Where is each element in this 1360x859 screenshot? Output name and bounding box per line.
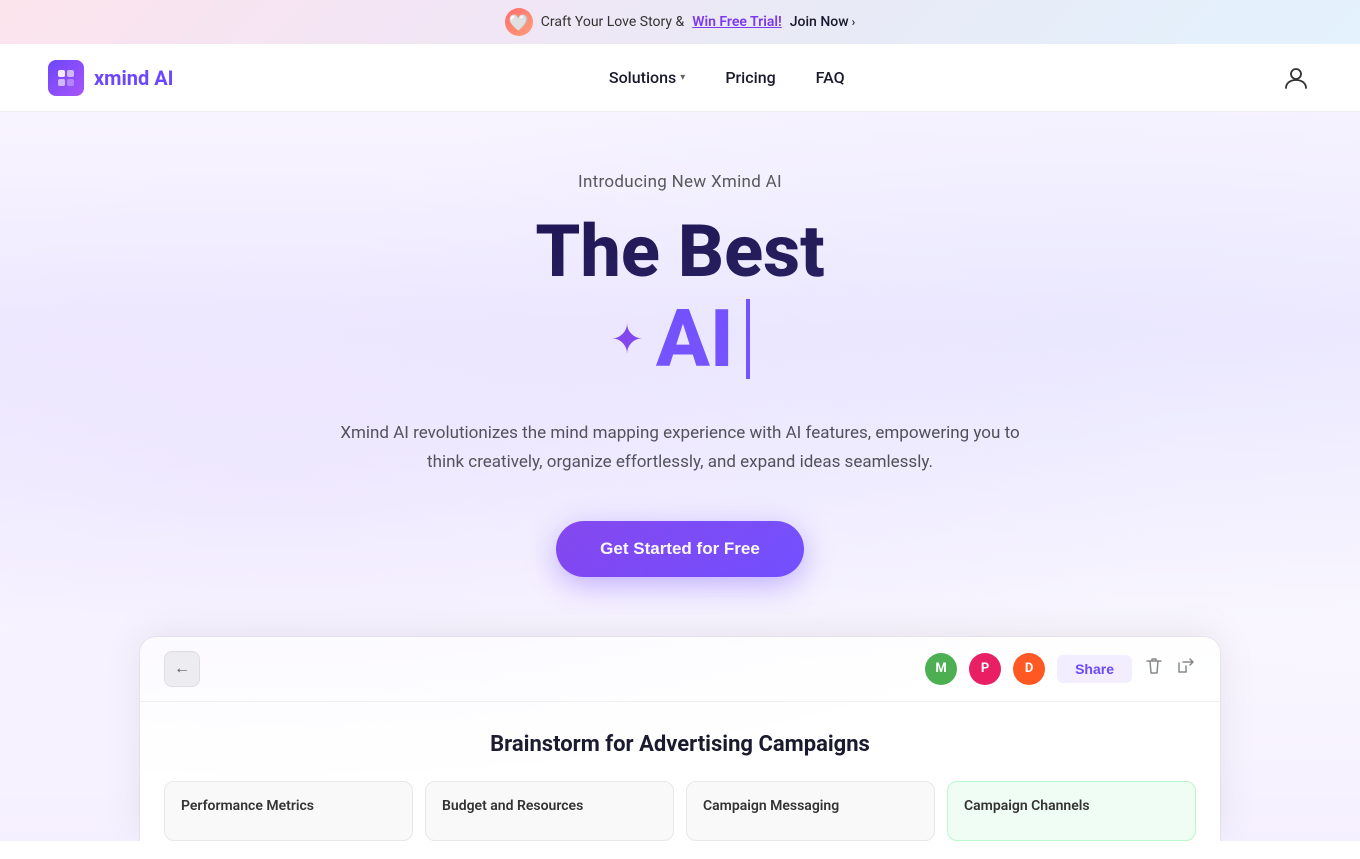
banner-highlight[interactable]: Win Free Trial! <box>692 14 782 30</box>
app-toolbar: ← M P D Share <box>140 637 1220 702</box>
navbar: xmind AI Solutions ▾ Pricing FAQ <box>0 44 1360 112</box>
trash-icon[interactable] <box>1144 656 1164 681</box>
nav-pricing[interactable]: Pricing <box>725 68 775 87</box>
app-cards-grid: Performance Metrics Budget and Resources… <box>164 781 1196 841</box>
hero-title-ai-row: ✦ AI <box>610 299 749 379</box>
banner-text: Craft Your Love Story & <box>541 14 684 30</box>
avatar-m: M <box>925 653 957 685</box>
card-campaign-messaging: Campaign Messaging <box>686 781 935 841</box>
nav-links: Solutions ▾ Pricing FAQ <box>609 68 845 87</box>
cursor-blink <box>746 299 750 379</box>
sparkle-icon: ✦ <box>610 316 644 363</box>
share-export-icon[interactable] <box>1176 656 1196 681</box>
user-account-icon[interactable] <box>1280 62 1312 94</box>
avatar-d: D <box>1013 653 1045 685</box>
nav-right <box>1280 62 1312 94</box>
banner-cta[interactable]: Join Now › <box>790 14 855 30</box>
app-toolbar-icons <box>1144 656 1196 681</box>
banner-emoji: 🤍 <box>505 8 533 36</box>
hero-section: Introducing New Xmind AI The Best ✦ AI X… <box>0 112 1360 841</box>
app-toolbar-right: M P D Share <box>925 653 1196 685</box>
logo-icon <box>48 60 84 96</box>
back-arrow-icon: ← <box>174 660 190 678</box>
share-button[interactable]: Share <box>1057 655 1132 683</box>
app-brainstorm-title: Brainstorm for Advertising Campaigns <box>164 732 1196 757</box>
nav-solutions[interactable]: Solutions ▾ <box>609 68 685 87</box>
hero-description: Xmind AI revolutionizes the mind mapping… <box>330 419 1030 477</box>
app-preview-card: ← M P D Share <box>140 637 1220 841</box>
hero-subtitle: Introducing New Xmind AI <box>578 172 782 192</box>
chevron-down-icon: ▾ <box>680 72 685 83</box>
top-banner: 🤍 Craft Your Love Story & Win Free Trial… <box>0 0 1360 44</box>
hero-title-main: The Best <box>535 212 824 291</box>
app-content: Brainstorm for Advertising Campaigns Per… <box>140 702 1220 841</box>
card-campaign-channels: Campaign Channels <box>947 781 1196 841</box>
app-back-button[interactable]: ← <box>164 651 200 687</box>
card-performance-metrics: Performance Metrics <box>164 781 413 841</box>
banner-arrow: › <box>852 15 856 29</box>
logo-link[interactable]: xmind AI <box>48 60 174 96</box>
avatar-p: P <box>969 653 1001 685</box>
nav-faq[interactable]: FAQ <box>816 68 845 87</box>
logo-text: xmind AI <box>94 66 174 90</box>
card-budget-resources: Budget and Resources <box>425 781 674 841</box>
get-started-button[interactable]: Get Started for Free <box>556 521 804 577</box>
hero-ai-text: AI <box>656 299 734 379</box>
